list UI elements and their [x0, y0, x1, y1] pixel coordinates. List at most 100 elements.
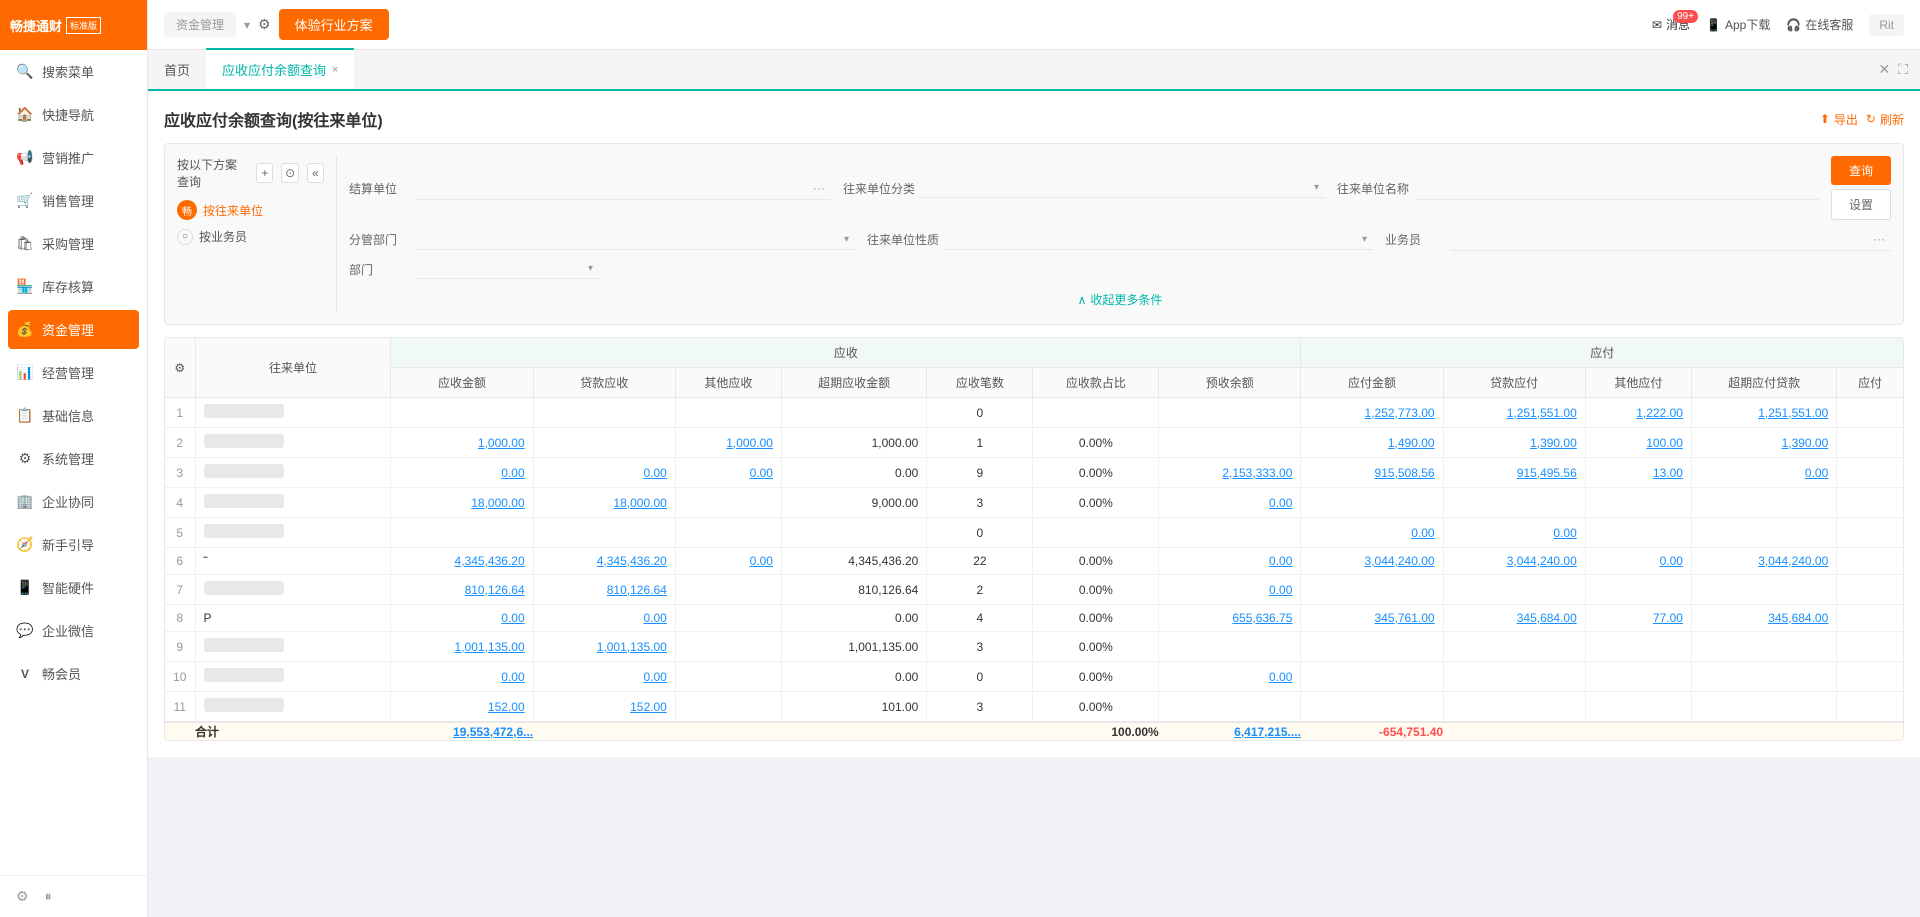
- filter-option-partner-label: 按往来单位: [203, 202, 263, 219]
- user-display[interactable]: Rit: [1869, 14, 1904, 36]
- cell-ap-overdue: [1691, 518, 1836, 548]
- tab-close-all-icon[interactable]: ✕: [1878, 61, 1890, 78]
- cell-ar-prepay: [1159, 692, 1301, 723]
- filter-add-btn[interactable]: +: [256, 163, 273, 183]
- filter-yewuyuan-select[interactable]: ···: [1451, 228, 1891, 251]
- pause-bottom-icon[interactable]: ⏸: [45, 888, 52, 905]
- sidebar-item-quick[interactable]: 🏠 快捷导航: [0, 93, 147, 136]
- sidebar-item-operation[interactable]: 📊 经营管理: [0, 351, 147, 394]
- settings-bottom-icon[interactable]: ⚙: [16, 888, 29, 905]
- table-footer-row: 合计 19,553,472,6... 100.00% 6,417,215....…: [165, 722, 1903, 740]
- cell-ar-count: 9: [927, 458, 1033, 488]
- cell-index: 6: [165, 548, 195, 575]
- sidebar-item-system[interactable]: ⚙ 系统管理: [0, 437, 147, 480]
- query-button[interactable]: 查询: [1831, 156, 1891, 185]
- cell-index: 7: [165, 575, 195, 605]
- cell-ap-other: [1585, 575, 1691, 605]
- cell-index: 10: [165, 662, 195, 692]
- filter-fenguan-select[interactable]: ▾: [415, 230, 855, 250]
- tab-expand-icon[interactable]: ⛶: [1898, 61, 1908, 78]
- cell-partner: [195, 428, 391, 458]
- cell-ar-loan: 1,001,135.00: [533, 632, 675, 662]
- filter-query-label: 按以下方案查询: [177, 156, 248, 190]
- sidebar-item-corp[interactable]: 🏢 企业协同: [0, 480, 147, 523]
- filter-bumen-select[interactable]: ▾: [415, 259, 599, 279]
- cell-ar-other: [675, 398, 781, 428]
- th-settings[interactable]: ⚙: [165, 338, 195, 398]
- tab-arbalance[interactable]: 应收应付余额查询 ×: [206, 48, 354, 89]
- cell-ap-loan: 1,251,551.00: [1443, 398, 1585, 428]
- th-group-ar: 应收: [391, 338, 1301, 368]
- th-ap-other: 其他应付: [1585, 368, 1691, 398]
- sidebar-item-device[interactable]: 📱 智能硬件: [0, 566, 147, 609]
- main-content: 资金管理 ▾ ⚙ 体验行业方案 ✉ 消息 99+ 📱 App下载 🎧 在线客服: [148, 0, 1920, 917]
- footer-ar-prepay[interactable]: 6,417,215....: [1159, 722, 1301, 740]
- filter-fendian-select[interactable]: ▾: [921, 178, 1325, 198]
- filter-jiesuan-select[interactable]: ···: [415, 177, 831, 200]
- table-row: 21,000.001,000.001,000.0010.00%1,490.001…: [165, 428, 1903, 458]
- cell-ar-other: [675, 488, 781, 518]
- message-badge: 99+: [1673, 10, 1698, 23]
- filter-yewuyuan-dots[interactable]: ···: [1873, 232, 1885, 246]
- cell-ap-loan: 0.00: [1443, 518, 1585, 548]
- sidebar-item-guide[interactable]: 🧭 新手引导: [0, 523, 147, 566]
- footer-ap-other: [1585, 722, 1691, 740]
- filter-wanglai-input[interactable]: [1415, 177, 1819, 200]
- th-ar-other: 其他应收: [675, 368, 781, 398]
- tab-close-icon[interactable]: ×: [332, 64, 338, 76]
- topbar-cta-button[interactable]: 体验行业方案: [279, 9, 389, 40]
- th-ar-count: 应收笔数: [927, 368, 1033, 398]
- th-ap-overdue: 超期应付贷款: [1691, 368, 1836, 398]
- cell-ar-other: 1,000.00: [675, 428, 781, 458]
- footer-ar-amount[interactable]: 19,553,472,6...: [391, 722, 533, 740]
- sidebar-item-search[interactable]: 🔍 搜索菜单: [0, 50, 147, 93]
- tab-home[interactable]: 首页: [148, 50, 206, 89]
- cell-ap-last: [1837, 605, 1903, 632]
- cell-ap-last: [1837, 488, 1903, 518]
- message-button[interactable]: ✉ 消息 99+: [1652, 16, 1690, 33]
- sidebar-label-sales: 销售管理: [42, 191, 94, 210]
- cell-ap-overdue: [1691, 692, 1836, 723]
- sidebar-item-inventory[interactable]: 🏪 库存核算: [0, 265, 147, 308]
- topbar-dropdown-icon[interactable]: ▾: [244, 18, 250, 32]
- cell-ar-amount: 0.00: [391, 458, 533, 488]
- sidebar-item-purchase[interactable]: 🛍 采购管理: [0, 222, 147, 265]
- sidebar-label-marketing: 营销推广: [42, 148, 94, 167]
- cell-ar-count: 2: [927, 575, 1033, 605]
- cell-ap-loan: [1443, 632, 1585, 662]
- filter-bumen-arrow: ▾: [588, 263, 593, 274]
- filter-fendian: 往来单位分类 ▾: [843, 178, 1325, 198]
- footer-ar-count: [927, 722, 1033, 740]
- sidebar-item-sales[interactable]: 🛒 销售管理: [0, 179, 147, 222]
- cell-partner: [195, 518, 391, 548]
- refresh-button[interactable]: ↻ 刷新: [1866, 111, 1904, 128]
- filter-xingzhi-label: 往来单位性质: [867, 231, 939, 248]
- sidebar-item-basic[interactable]: 📋 基础信息: [0, 394, 147, 437]
- export-button[interactable]: ⬆ 导出: [1820, 111, 1858, 128]
- cell-partner: [195, 632, 391, 662]
- app-download-button[interactable]: 📱 App下载: [1706, 16, 1770, 33]
- sidebar-item-member[interactable]: V 畅会员: [0, 652, 147, 695]
- page-header: 应收应付余额查询(按往来单位) ⬆ 导出 ↻ 刷新: [164, 107, 1904, 131]
- cell-ap-amount: [1301, 662, 1443, 692]
- filter-jiesuan-dots[interactable]: ···: [813, 181, 825, 195]
- footer-ap-overdue: [1691, 722, 1836, 740]
- filter-option-salesman[interactable]: ○ 按业务员: [177, 228, 324, 245]
- filter-yewuyuan-label: 业务员: [1385, 231, 1445, 248]
- corp-icon: 🏢: [16, 493, 34, 510]
- online-service-button[interactable]: 🎧 在线客服: [1786, 16, 1853, 33]
- sidebar-item-marketing[interactable]: 📢 营销推广: [0, 136, 147, 179]
- table-row: 11152.00152.00101.0030.00%: [165, 692, 1903, 723]
- table-settings-icon[interactable]: ⚙: [174, 361, 185, 375]
- filter-xingzhi-select[interactable]: ▾: [945, 230, 1373, 250]
- set-button[interactable]: 设置: [1831, 189, 1891, 220]
- sidebar-item-wechat[interactable]: 💬 企业微信: [0, 609, 147, 652]
- topbar-gear-icon[interactable]: ⚙: [258, 16, 271, 33]
- filter-settings-btn[interactable]: ⊙: [281, 163, 298, 183]
- sidebar-item-finance[interactable]: 💰 资金管理: [8, 310, 139, 349]
- filter-collapse-btn[interactable]: ∧ 收起更多条件: [349, 287, 1891, 312]
- filter-back-btn[interactable]: «: [307, 163, 324, 183]
- th-group-ap: 应付: [1301, 338, 1903, 368]
- filter-option-partner[interactable]: 畅 按往来单位: [177, 200, 324, 220]
- cell-ap-loan: [1443, 488, 1585, 518]
